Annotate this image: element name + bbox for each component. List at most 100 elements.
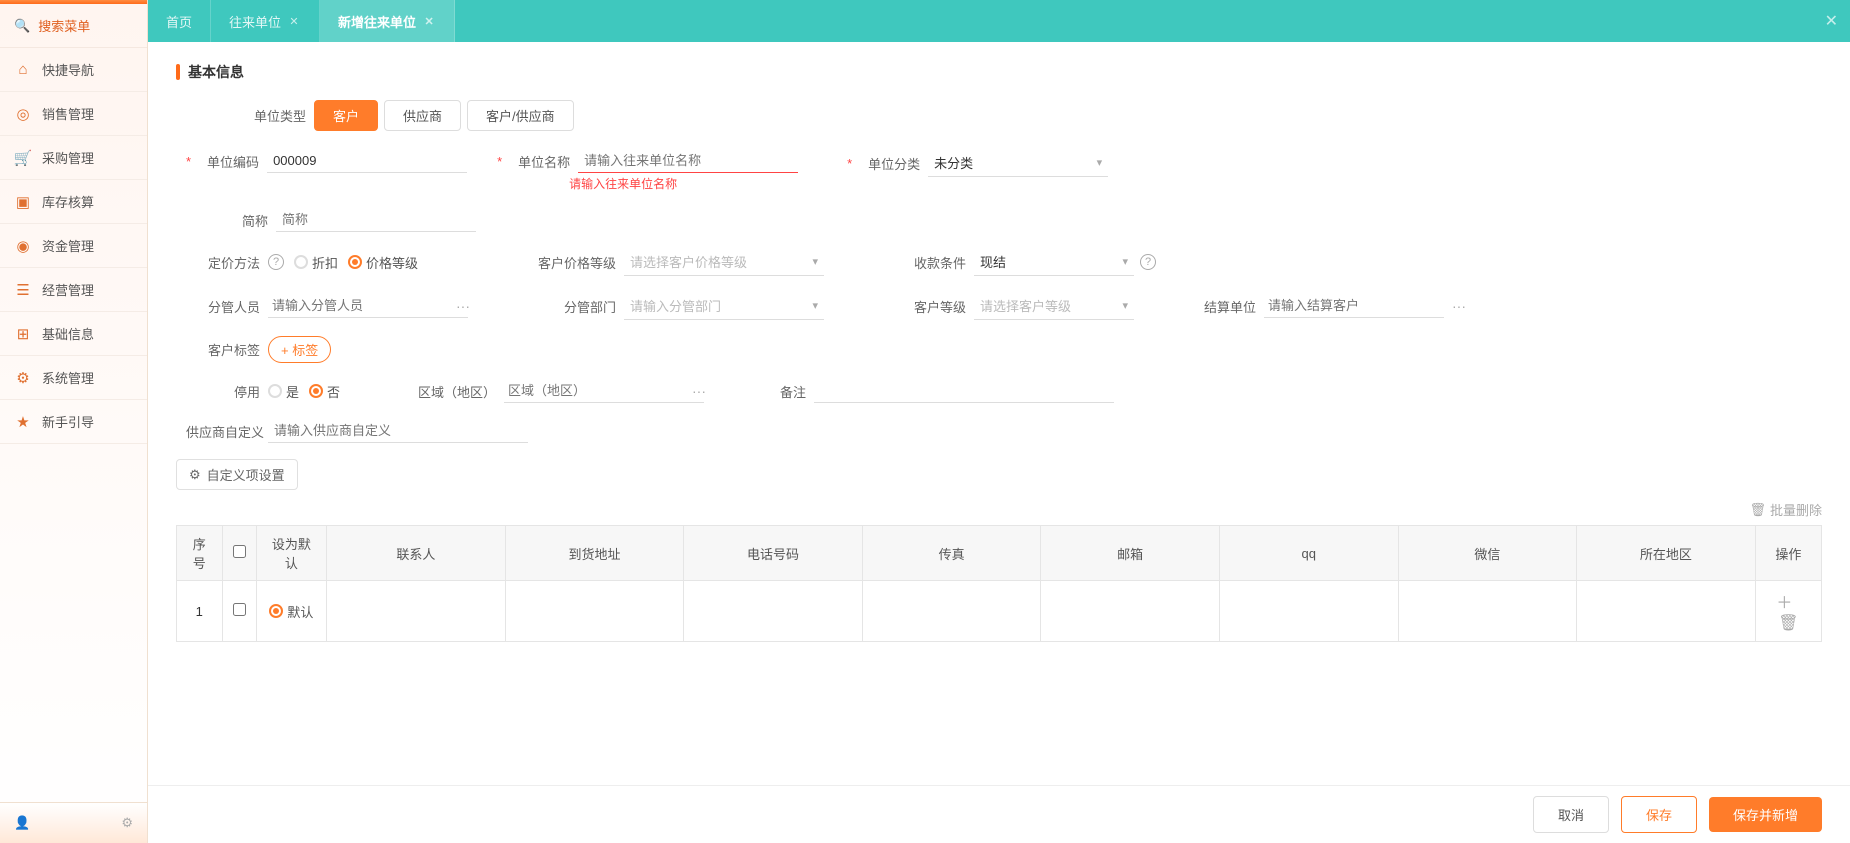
sidebar-item-sales[interactable]: ◎ 销售管理 <box>0 92 147 136</box>
remarks-input[interactable] <box>814 379 1114 403</box>
sidebar-item-inventory[interactable]: ▣ 库存核算 <box>0 180 147 224</box>
th-email: 邮箱 <box>1041 526 1220 581</box>
unit-btn-both[interactable]: 客户/供应商 <box>467 100 574 131</box>
save-button[interactable]: 保存 <box>1621 796 1697 833</box>
add-row-icon[interactable]: ＋ <box>1776 595 1792 612</box>
settlement-input-wrapper: ··· <box>1264 294 1444 318</box>
cell-phone[interactable] <box>684 581 863 642</box>
default-radio-item[interactable]: 默认 <box>267 602 317 621</box>
abbr-field: 简称 <box>186 208 476 232</box>
cell-wechat[interactable] <box>1398 581 1577 642</box>
disable-region-row: 停用 是 否 区域（地区） ··· <box>186 379 1822 403</box>
supplier-custom-input[interactable] <box>268 419 528 443</box>
customer-level-select[interactable]: 请选择客户等级 ▾ <box>974 292 1134 320</box>
cell-address[interactable] <box>505 581 684 642</box>
batch-delete-label[interactable]: 批量删除 <box>1770 500 1822 519</box>
sidebar-item-basic[interactable]: ⊞ 基础信息 <box>0 312 147 356</box>
table-section: ⚙ 自定义项设置 🗑 批量删除 序号 设为默认 联系人 到货地址 电话号码 传真 <box>176 459 1822 642</box>
cell-contact[interactable] <box>327 581 506 642</box>
region-table-input[interactable] <box>1587 604 1745 619</box>
sidebar-item-quick-nav[interactable]: ⌂ 快捷导航 <box>0 48 147 92</box>
pricing-help-icon[interactable]: ? <box>268 254 284 270</box>
pricing-discount[interactable]: 折扣 <box>294 253 338 272</box>
region-input[interactable] <box>504 379 688 402</box>
settlement-unit-field: 结算单位 ··· <box>1196 294 1444 318</box>
close-all-tabs[interactable]: ✕ <box>1825 11 1838 31</box>
settlement-unit-label: 结算单位 <box>1196 297 1256 316</box>
unit-type-label: 单位类型 <box>236 106 306 125</box>
cell-seq: 1 <box>177 581 223 642</box>
customer-price-level-select[interactable]: 请选择客户价格等级 ▾ <box>624 248 824 276</box>
category-select[interactable]: 未分类 ▾ <box>928 149 1108 177</box>
th-address: 到货地址 <box>505 526 684 581</box>
cell-email[interactable] <box>1041 581 1220 642</box>
customer-price-level-placeholder: 请选择客户价格等级 <box>630 252 808 271</box>
tab-new-partner-close[interactable]: ✕ <box>422 14 436 28</box>
tab-partners[interactable]: 往来单位 ✕ <box>211 0 320 42</box>
batch-delete-area: 🗑 批量删除 <box>176 500 1822 519</box>
th-seq: 序号 <box>177 526 223 581</box>
cell-region[interactable] <box>1577 581 1756 642</box>
payment-terms-label: 收款条件 <box>906 253 966 272</box>
disable-yes[interactable]: 是 <box>268 382 299 401</box>
basic-icon: ⊞ <box>14 325 32 343</box>
cell-qq[interactable] <box>1219 581 1398 642</box>
phone-input[interactable] <box>694 604 852 619</box>
qq-input[interactable] <box>1230 604 1388 619</box>
name-input[interactable] <box>578 149 798 173</box>
yes-label: 是 <box>286 382 299 401</box>
settlement-input[interactable] <box>1264 294 1448 317</box>
fax-input[interactable] <box>873 604 1031 619</box>
settlement-dots-btn[interactable]: ··· <box>1448 298 1470 314</box>
abbr-input[interactable] <box>276 208 476 232</box>
code-input[interactable] <box>267 149 467 173</box>
sidebar-item-purchase[interactable]: 🛒 采购管理 <box>0 136 147 180</box>
wechat-input[interactable] <box>1409 604 1567 619</box>
address-input[interactable] <box>516 604 674 619</box>
category-label: 单位分类 <box>860 154 920 173</box>
no-radio <box>309 384 323 398</box>
row-checkbox[interactable] <box>233 603 246 616</box>
payment-terms-field: 收款条件 现结 ▾ ? <box>906 248 1156 276</box>
region-dots-btn[interactable]: ··· <box>688 383 710 399</box>
payment-terms-select[interactable]: 现结 ▾ <box>974 248 1134 276</box>
payment-terms-help-icon[interactable]: ? <box>1140 254 1156 270</box>
sidebar-item-finance[interactable]: ◉ 资金管理 <box>0 224 147 268</box>
manager-dots-btn[interactable]: ··· <box>452 298 474 314</box>
unit-btn-supplier[interactable]: 供应商 <box>384 100 461 131</box>
cancel-button[interactable]: 取消 <box>1533 796 1609 833</box>
save-new-button[interactable]: 保存并新增 <box>1709 797 1822 832</box>
unit-btn-customer[interactable]: 客户 <box>314 100 378 131</box>
cell-fax[interactable] <box>862 581 1041 642</box>
name-required-star: * <box>497 154 502 169</box>
dept-select[interactable]: 请输入分管部门 ▾ <box>624 292 824 320</box>
price-level-label: 价格等级 <box>366 253 418 272</box>
price-level-radio <box>348 255 362 269</box>
add-tag-button[interactable]: + 标签 <box>268 336 331 363</box>
sidebar-item-system[interactable]: ⚙ 系统管理 <box>0 356 147 400</box>
tab-partners-close[interactable]: ✕ <box>287 14 301 28</box>
sidebar-item-operations[interactable]: ☰ 经营管理 <box>0 268 147 312</box>
category-field: * 单位分类 未分类 ▾ <box>847 149 1108 177</box>
contact-input[interactable] <box>337 604 495 619</box>
tab-new-partner[interactable]: 新增往来单位 ✕ <box>320 0 455 42</box>
manager-input[interactable] <box>268 294 452 317</box>
pricing-price-level[interactable]: 价格等级 <box>348 253 418 272</box>
trash-icon: 🗑 <box>1749 502 1766 518</box>
customer-level-label: 客户等级 <box>906 297 966 316</box>
cell-checkbox[interactable] <box>222 581 256 642</box>
custom-settings-button[interactable]: ⚙ 自定义项设置 <box>176 459 298 490</box>
yes-radio <box>268 384 282 398</box>
sidebar: 🔍 搜索菜单 ⌂ 快捷导航 ◎ 销售管理 🛒 采购管理 ▣ 库存核算 ◉ 资金管… <box>0 0 148 843</box>
settings-icon[interactable]: ⚙ <box>121 815 133 831</box>
disable-no[interactable]: 否 <box>309 382 340 401</box>
tab-home[interactable]: 首页 <box>148 0 211 42</box>
email-input[interactable] <box>1051 604 1209 619</box>
delete-row-icon[interactable]: 🗑 <box>1778 615 1798 632</box>
gear-icon: ⚙ <box>189 467 201 483</box>
select-all-checkbox[interactable] <box>233 545 246 558</box>
sidebar-search-label: 搜索菜单 <box>38 16 90 35</box>
sidebar-item-guide[interactable]: ★ 新手引导 <box>0 400 147 444</box>
sidebar-search[interactable]: 🔍 搜索菜单 <box>0 4 147 48</box>
sidebar-bottom: 👤 ⚙ <box>0 802 147 843</box>
